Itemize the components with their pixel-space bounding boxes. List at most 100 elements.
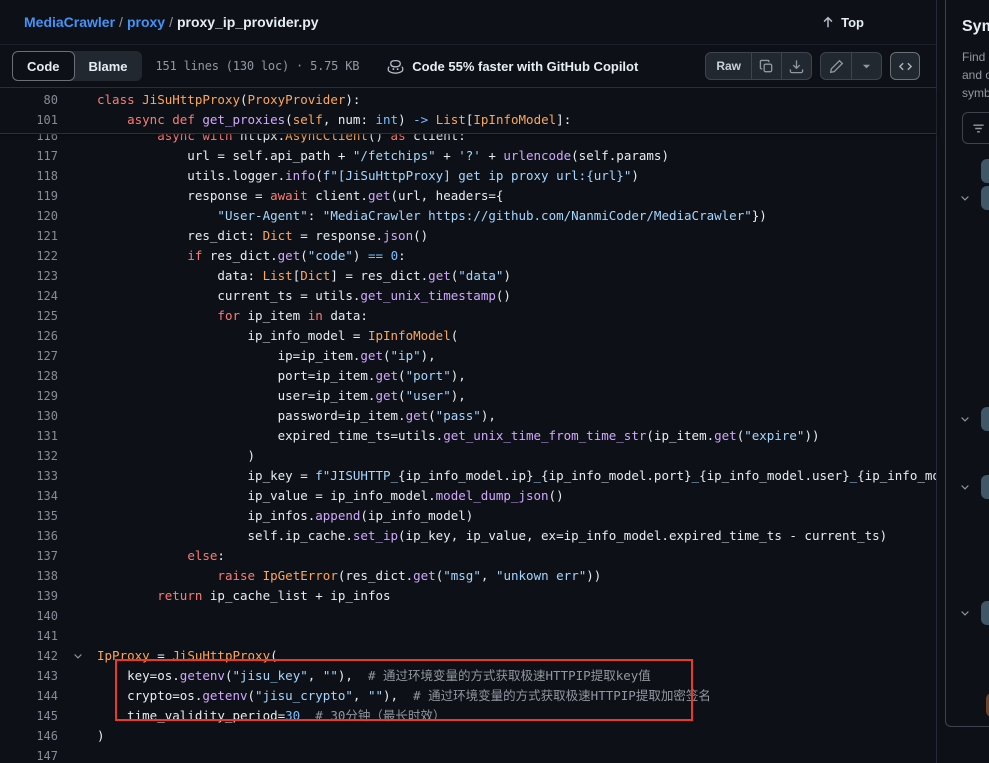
- code-line-126: 126 ip_info_model = IpInfoModel(: [0, 326, 936, 346]
- code-line-129: 129 user=ip_item.get("user"),: [0, 386, 936, 406]
- line-number[interactable]: 135: [0, 506, 58, 526]
- line-number[interactable]: 126: [0, 326, 58, 346]
- symbols-panel: Symbols Find definitions and references …: [945, 0, 989, 727]
- raw-button[interactable]: Raw: [706, 53, 751, 79]
- line-number[interactable]: 130: [0, 406, 58, 426]
- symbol-expand-chevron-icon[interactable]: [959, 607, 971, 619]
- line-number[interactable]: 139: [0, 586, 58, 606]
- symbol-expand-chevron-icon[interactable]: [959, 192, 971, 204]
- line-number[interactable]: 125: [0, 306, 58, 326]
- symbols-panel-toggle-button[interactable]: [890, 52, 920, 80]
- code-text: data: List[Dict] = res_dict.get("data"): [97, 266, 936, 286]
- symbol-item[interactable]: [959, 185, 989, 211]
- code-line-127: 127 ip=ip_item.get("ip"),: [0, 346, 936, 366]
- line-number[interactable]: 143: [0, 666, 58, 686]
- code-line-124: 124 current_ts = utils.get_unix_timestam…: [0, 286, 936, 306]
- code-line-143: 143 key=os.getenv("jisu_key", ""), # 通过环…: [0, 666, 936, 686]
- copilot-banner[interactable]: Code 55% faster with GitHub Copilot: [387, 58, 638, 75]
- line-number[interactable]: 128: [0, 366, 58, 386]
- collapse-slot: [58, 606, 97, 626]
- code-text: raise IpGetError(res_dict.get("msg", "un…: [97, 566, 936, 586]
- breadcrumb-repo-link[interactable]: MediaCrawler: [24, 14, 115, 30]
- line-number[interactable]: 140: [0, 606, 58, 626]
- line-number[interactable]: 136: [0, 526, 58, 546]
- line-number[interactable]: 133: [0, 466, 58, 486]
- line-number[interactable]: 146: [0, 726, 58, 746]
- collapse-slot: [58, 386, 97, 406]
- tab-code[interactable]: Code: [12, 51, 75, 81]
- copilot-banner-text: Code 55% faster with GitHub Copilot: [412, 59, 638, 74]
- symbol-item[interactable]: [959, 406, 989, 432]
- line-number[interactable]: 132: [0, 446, 58, 466]
- symbol-item[interactable]: [959, 158, 989, 184]
- symbol-expand-chevron-icon[interactable]: [959, 481, 971, 493]
- line-number[interactable]: 80: [0, 90, 58, 110]
- line-number[interactable]: 123: [0, 266, 58, 286]
- collapse-chevron-icon[interactable]: [959, 413, 971, 425]
- symbol-kind-chip[interactable]: [981, 407, 989, 431]
- collapse-slot: [58, 266, 97, 286]
- download-button[interactable]: [781, 53, 811, 79]
- line-number[interactable]: 129: [0, 386, 58, 406]
- collapse-slot: [58, 686, 97, 706]
- symbol-item[interactable]: [964, 692, 989, 718]
- line-number[interactable]: 120: [0, 206, 58, 226]
- line-number[interactable]: 101: [0, 110, 58, 130]
- line-number[interactable]: 122: [0, 246, 58, 266]
- collapse-toggle[interactable]: [58, 646, 97, 666]
- breadcrumb-folder-link[interactable]: proxy: [127, 14, 165, 30]
- collapse-slot: [58, 546, 97, 566]
- edit-dropdown-button[interactable]: [851, 53, 881, 79]
- line-number[interactable]: 144: [0, 686, 58, 706]
- collapse-chevron-icon[interactable]: [72, 650, 84, 662]
- main-column: MediaCrawler/proxy/proxy_ip_provider.py …: [0, 0, 937, 763]
- pencil-icon: [829, 59, 844, 74]
- back-to-top-link[interactable]: Top: [821, 15, 864, 30]
- line-number[interactable]: 147: [0, 746, 58, 763]
- code-text: ip=ip_item.get("ip"),: [97, 346, 936, 366]
- line-number[interactable]: 121: [0, 226, 58, 246]
- collapse-chevron-icon[interactable]: [959, 481, 971, 493]
- line-number[interactable]: 116: [0, 134, 58, 146]
- code-blame-switcher: Code Blame: [12, 51, 142, 81]
- line-number[interactable]: 118: [0, 166, 58, 186]
- copy-button[interactable]: [751, 53, 781, 79]
- line-number[interactable]: 127: [0, 346, 58, 366]
- code-text: self.ip_cache.set_ip(ip_key, ip_value, e…: [97, 526, 936, 546]
- line-number[interactable]: 119: [0, 186, 58, 206]
- code-line-80: 80class JiSuHttpProxy(ProxyProvider):: [0, 90, 936, 110]
- line-number[interactable]: 138: [0, 566, 58, 586]
- line-number[interactable]: 141: [0, 626, 58, 646]
- symbol-kind-chip[interactable]: [981, 186, 989, 210]
- breadcrumb-bar: MediaCrawler/proxy/proxy_ip_provider.py …: [0, 0, 936, 44]
- collapse-slot: [58, 526, 97, 546]
- github-file-view: MediaCrawler/proxy/proxy_ip_provider.py …: [0, 0, 989, 763]
- code-text: async with httpx.AsyncClient() as client…: [97, 134, 936, 146]
- line-number[interactable]: 142: [0, 646, 58, 666]
- symbol-kind-chip[interactable]: [981, 601, 989, 625]
- symbol-item[interactable]: [959, 474, 989, 500]
- edit-button[interactable]: [821, 53, 851, 79]
- line-number[interactable]: 131: [0, 426, 58, 446]
- symbol-kind-chip[interactable]: [981, 159, 989, 183]
- breadcrumb-separator: /: [165, 14, 177, 30]
- line-number[interactable]: 117: [0, 146, 58, 166]
- line-number[interactable]: 137: [0, 546, 58, 566]
- line-number[interactable]: 134: [0, 486, 58, 506]
- collapse-chevron-icon[interactable]: [959, 607, 971, 619]
- code-line-130: 130 password=ip_item.get("pass"),: [0, 406, 936, 426]
- code-line-119: 119 response = await client.get(url, hea…: [0, 186, 936, 206]
- code-text: ip_infos.append(ip_info_model): [97, 506, 936, 526]
- code-line-147: 147: [0, 746, 936, 763]
- arrow-up-icon: [821, 15, 835, 29]
- collapse-chevron-icon[interactable]: [959, 192, 971, 204]
- line-number[interactable]: 145: [0, 706, 58, 726]
- code-text: ip_info_model = IpInfoModel(: [97, 326, 936, 346]
- code-line-142: 142IpProxy = JiSuHttpProxy(: [0, 646, 936, 666]
- symbol-expand-chevron-icon[interactable]: [959, 413, 971, 425]
- symbol-item[interactable]: [959, 600, 989, 626]
- tab-blame[interactable]: Blame: [75, 51, 142, 81]
- collapse-slot: [58, 326, 97, 346]
- symbol-kind-chip[interactable]: [981, 475, 989, 499]
- line-number[interactable]: 124: [0, 286, 58, 306]
